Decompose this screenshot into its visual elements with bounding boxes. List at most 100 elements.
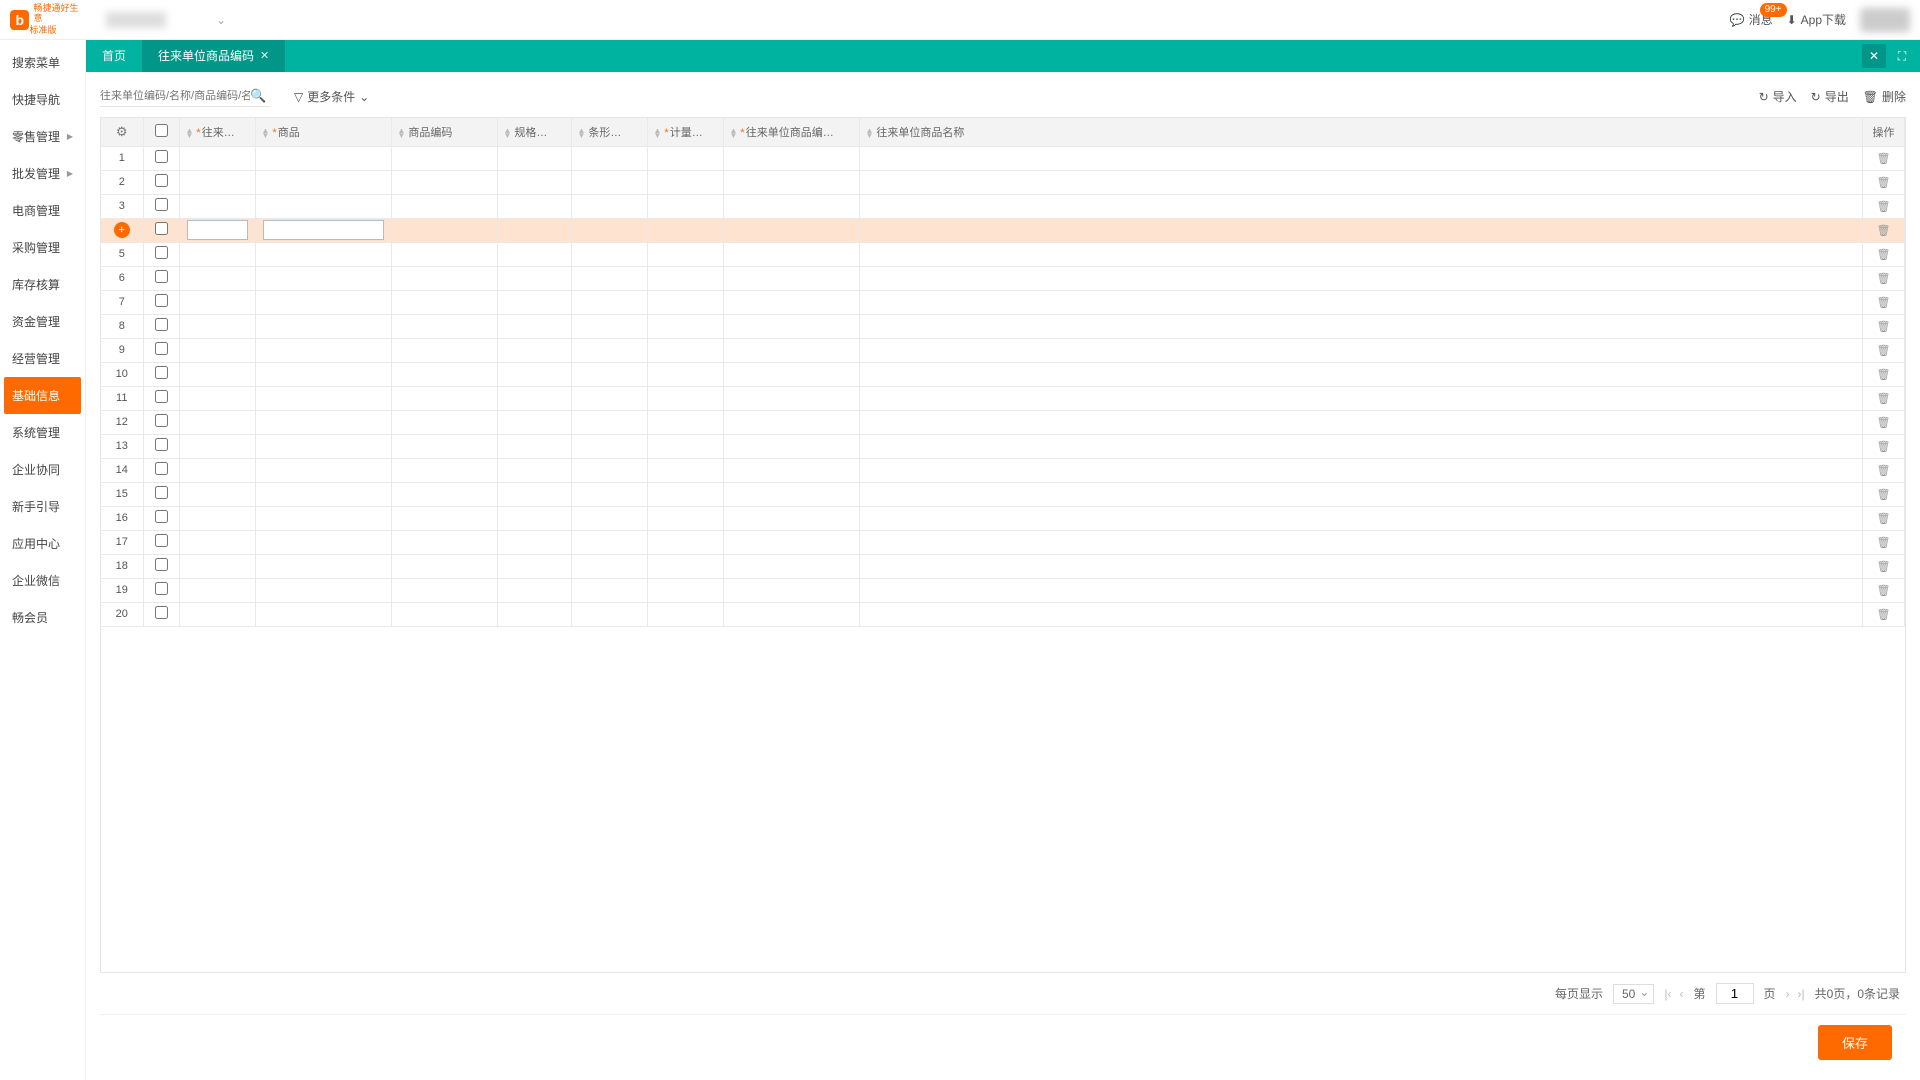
cell-partner-name[interactable] <box>859 434 1863 458</box>
cell-partner-code[interactable] <box>723 554 859 578</box>
cell-product[interactable] <box>255 338 391 362</box>
cell-barcode[interactable] <box>571 218 647 242</box>
cell-product-code[interactable] <box>391 314 497 338</box>
cell-partner-code[interactable] <box>723 338 859 362</box>
row-checkbox[interactable] <box>155 174 168 187</box>
settings-column[interactable]: ⚙ <box>101 118 143 146</box>
cell-barcode[interactable] <box>571 554 647 578</box>
cell-spec[interactable] <box>497 314 571 338</box>
sidebar-item[interactable]: 资金管理 <box>0 303 85 340</box>
cell-partner-name[interactable] <box>859 410 1863 434</box>
cell-spec[interactable] <box>497 194 571 218</box>
trash-icon[interactable]: 🗑 <box>1877 345 1891 357</box>
cell-partner-name[interactable] <box>859 146 1863 170</box>
table-row[interactable]: 3🗑 <box>101 194 1905 218</box>
cell-uom[interactable] <box>647 506 723 530</box>
trash-icon[interactable]: 🗑 <box>1877 465 1891 477</box>
cell-spec[interactable] <box>497 458 571 482</box>
cell-barcode[interactable] <box>571 386 647 410</box>
trash-icon[interactable]: 🗑 <box>1877 225 1891 237</box>
cell-uom[interactable] <box>647 290 723 314</box>
cell-partner-code[interactable] <box>723 578 859 602</box>
row-checkbox[interactable] <box>155 390 168 403</box>
cell-product[interactable] <box>255 266 391 290</box>
cell-spec[interactable] <box>497 338 571 362</box>
cell-partner-code[interactable] <box>723 410 859 434</box>
cell-spec[interactable] <box>497 242 571 266</box>
table-row[interactable]: 16🗑 <box>101 506 1905 530</box>
cell-partner[interactable] <box>179 170 255 194</box>
cell-partner[interactable] <box>179 194 255 218</box>
row-checkbox[interactable] <box>155 414 168 427</box>
close-icon[interactable]: ✕ <box>260 40 269 72</box>
table-row[interactable]: 1🗑 <box>101 146 1905 170</box>
cell-partner-code[interactable] <box>723 146 859 170</box>
cell-product-code[interactable] <box>391 146 497 170</box>
row-checkbox[interactable] <box>155 462 168 475</box>
cell-partner-code[interactable] <box>723 314 859 338</box>
trash-icon[interactable]: 🗑 <box>1877 561 1891 573</box>
sidebar-item[interactable]: 经营管理 <box>0 340 85 377</box>
trash-icon[interactable]: 🗑 <box>1877 489 1891 501</box>
cell-barcode[interactable] <box>571 266 647 290</box>
cell-product[interactable] <box>255 242 391 266</box>
row-checkbox[interactable] <box>155 150 168 163</box>
table-row[interactable]: 11🗑 <box>101 386 1905 410</box>
cell-partner-name[interactable] <box>859 386 1863 410</box>
save-button[interactable]: 保存 <box>1818 1025 1892 1060</box>
search-input[interactable] <box>100 90 250 102</box>
trash-icon[interactable]: 🗑 <box>1877 609 1891 621</box>
cell-spec[interactable] <box>497 530 571 554</box>
cell-spec[interactable] <box>497 386 571 410</box>
cell-partner[interactable] <box>179 410 255 434</box>
cell-uom[interactable] <box>647 386 723 410</box>
cell-spec[interactable] <box>497 410 571 434</box>
cell-partner-name[interactable] <box>859 506 1863 530</box>
cell-partner-code[interactable] <box>723 290 859 314</box>
table-row[interactable]: +🗑 <box>101 218 1905 242</box>
table-row[interactable]: 12🗑 <box>101 410 1905 434</box>
cell-barcode[interactable] <box>571 242 647 266</box>
cell-partner-code[interactable] <box>723 194 859 218</box>
cell-partner-name[interactable] <box>859 266 1863 290</box>
cell-uom[interactable] <box>647 170 723 194</box>
cell-product-code[interactable] <box>391 170 497 194</box>
cell-partner-name[interactable] <box>859 578 1863 602</box>
cell-partner-code[interactable] <box>723 434 859 458</box>
row-checkbox[interactable] <box>155 510 168 523</box>
trash-icon[interactable]: 🗑 <box>1877 153 1891 165</box>
cell-product-code[interactable] <box>391 482 497 506</box>
col-partner-code[interactable]: ▲▼*往来单位商品编… <box>723 118 859 146</box>
cell-partner-name[interactable] <box>859 170 1863 194</box>
cell-product-code[interactable] <box>391 362 497 386</box>
cell-product-code[interactable] <box>391 458 497 482</box>
cell-partner[interactable] <box>179 362 255 386</box>
row-checkbox[interactable] <box>155 534 168 547</box>
cell-partner-code[interactable] <box>723 362 859 386</box>
cell-product[interactable] <box>255 386 391 410</box>
cell-barcode[interactable] <box>571 434 647 458</box>
sidebar-item[interactable]: 搜索菜单 <box>0 44 85 81</box>
cell-spec[interactable] <box>497 482 571 506</box>
trash-icon[interactable]: 🗑 <box>1877 417 1891 429</box>
table-row[interactable]: 6🗑 <box>101 266 1905 290</box>
user-avatar[interactable] <box>1860 8 1910 32</box>
cell-product[interactable] <box>255 410 391 434</box>
cell-uom[interactable] <box>647 434 723 458</box>
cell-spec[interactable] <box>497 554 571 578</box>
cell-partner-name[interactable] <box>859 338 1863 362</box>
cell-spec[interactable] <box>497 362 571 386</box>
row-checkbox[interactable] <box>155 582 168 595</box>
cell-partner[interactable] <box>179 242 255 266</box>
cell-partner-code[interactable] <box>723 218 859 242</box>
cell-product[interactable] <box>255 218 391 242</box>
cell-partner[interactable] <box>179 578 255 602</box>
prev-page-button[interactable]: ‹ <box>1679 987 1683 1001</box>
cell-partner-name[interactable] <box>859 194 1863 218</box>
row-checkbox[interactable] <box>155 222 168 235</box>
cell-partner-name[interactable] <box>859 242 1863 266</box>
shop-selector[interactable]: ⌄ <box>106 12 226 28</box>
app-download-button[interactable]: ⬇ App下载 <box>1787 11 1846 28</box>
cell-partner-name[interactable] <box>859 314 1863 338</box>
search-icon[interactable]: 🔍 <box>250 88 266 104</box>
